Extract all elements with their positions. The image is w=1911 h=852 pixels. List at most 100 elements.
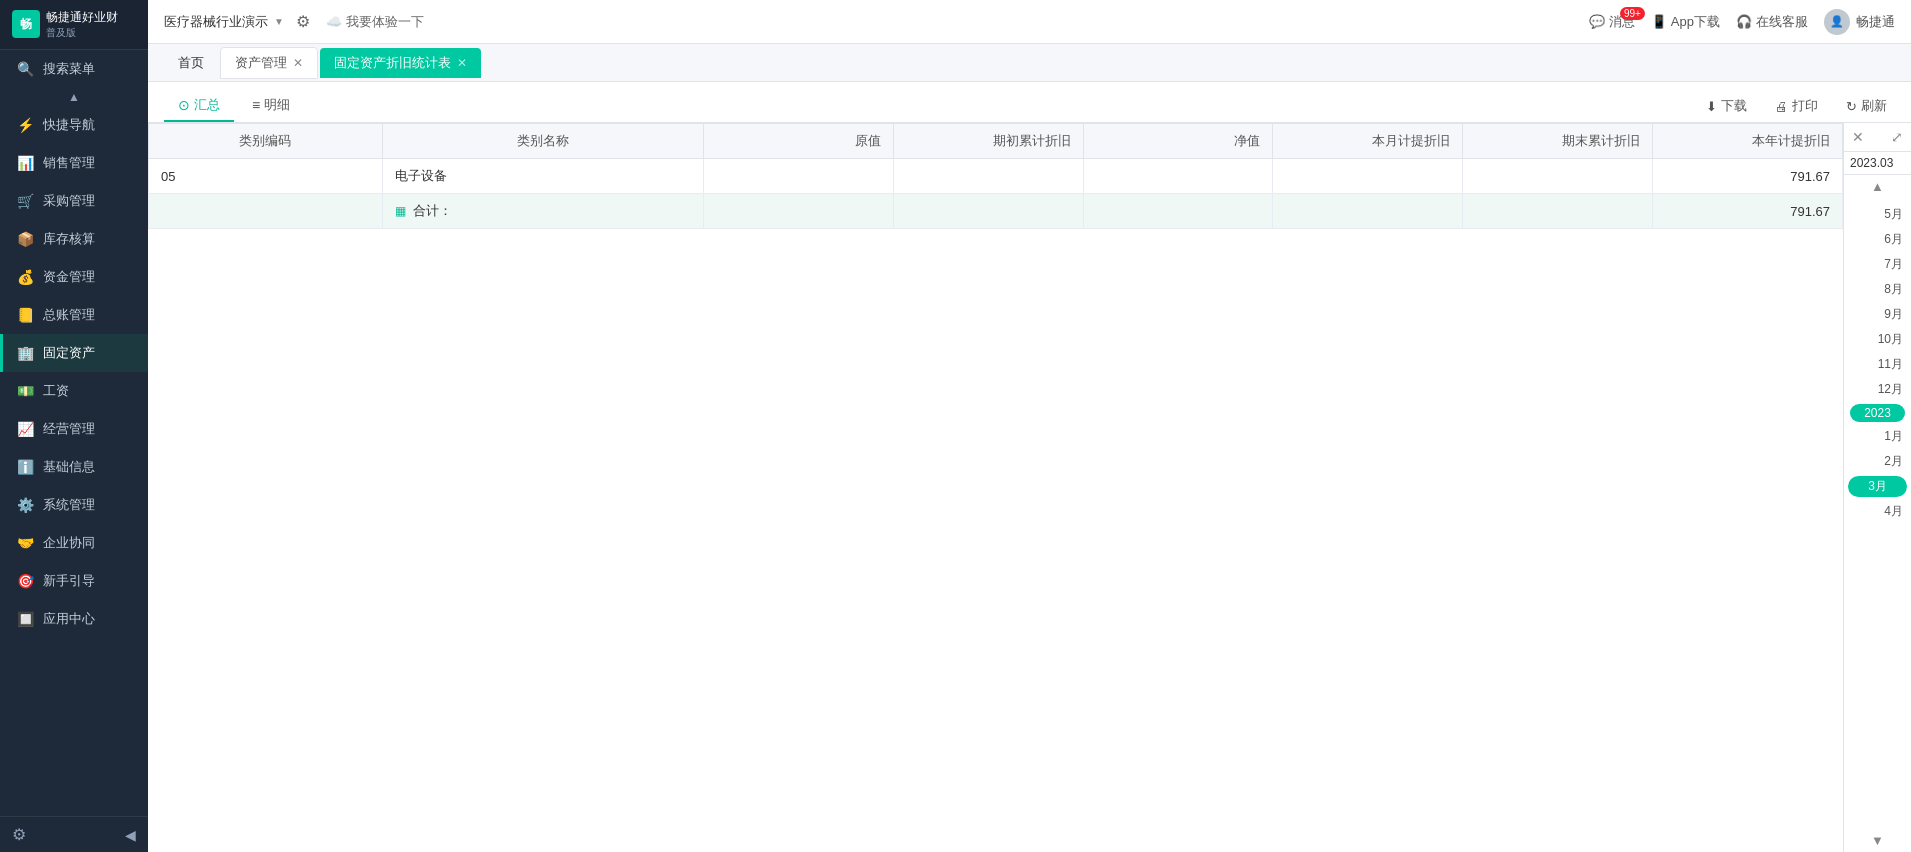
tabbar: 首页 资产管理 ✕ 固定资产折旧统计表 ✕ <box>148 44 1911 82</box>
topbar-settings-icon[interactable]: ⚙ <box>296 12 310 31</box>
timeline-4month[interactable]: 4月 <box>1844 499 1911 524</box>
tab-asset-management[interactable]: 资产管理 ✕ <box>220 47 318 79</box>
timeline-5month[interactable]: 5月 <box>1844 202 1911 227</box>
payroll-icon: 💵 <box>15 383 35 399</box>
cell-period-end-accumulated <box>1463 159 1653 194</box>
subtotal-net-value <box>1083 194 1273 229</box>
refresh-button[interactable]: ↻ 刷新 <box>1838 93 1895 119</box>
timeline-10month[interactable]: 10月 <box>1844 327 1911 352</box>
sidebar-item-operations[interactable]: 📈 经营管理 <box>0 410 148 448</box>
sidebar-item-ledger[interactable]: 📒 总账管理 <box>0 296 148 334</box>
company-name: 医疗器械行业演示 <box>164 13 268 31</box>
subtab-summary[interactable]: ⊙ 汇总 <box>164 90 234 122</box>
right-panel-expand-button[interactable]: ⤢ <box>1891 129 1903 145</box>
timeline-1month[interactable]: 1月 <box>1844 424 1911 449</box>
basic-info-icon: ℹ️ <box>15 459 35 475</box>
data-table: 类别编码 类别名称 原值 期初累计折旧 净值 本月计提折旧 期末累计折旧 本年计… <box>148 123 1843 229</box>
cell-original-value <box>703 159 893 194</box>
subtab-actions: ⬇ 下载 🖨 打印 ↻ 刷新 <box>1698 93 1895 119</box>
subtotal-annual-depreciation: 791.67 <box>1653 194 1843 229</box>
sidebar-nav: ⚡ 快捷导航 📊 销售管理 🛒 采购管理 📦 库存核算 💰 资金管理 📒 总账管… <box>0 106 148 816</box>
guide-icon: 🎯 <box>15 573 35 589</box>
chevron-up-icon: ▲ <box>1871 179 1884 194</box>
timeline-8month[interactable]: 8月 <box>1844 277 1911 302</box>
search-icon: 🔍 <box>15 61 35 77</box>
sidebar-item-payroll[interactable]: 💵 工资 <box>0 372 148 410</box>
sidebar-item-guide[interactable]: 🎯 新手引导 <box>0 562 148 600</box>
sidebar-item-fund[interactable]: 💰 资金管理 <box>0 258 148 296</box>
sidebar-item-quick-nav[interactable]: ⚡ 快捷导航 <box>0 106 148 144</box>
subtab-detail[interactable]: ≡ 明细 <box>238 90 304 122</box>
quick-nav-icon: ⚡ <box>15 117 35 133</box>
tab-asset-management-close[interactable]: ✕ <box>293 56 303 70</box>
system-icon: ⚙️ <box>15 497 35 513</box>
sidebar-item-enterprise[interactable]: 🤝 企业协同 <box>0 524 148 562</box>
sidebar-item-sales[interactable]: 📊 销售管理 <box>0 144 148 182</box>
app-download-button[interactable]: 📱 App下载 <box>1651 13 1720 31</box>
sidebar-search[interactable]: 🔍 搜索菜单 <box>0 50 148 88</box>
th-monthly-depreciation: 本月计提折旧 <box>1273 124 1463 159</box>
main-content: 医疗器械行业演示 ▼ ⚙ ☁️ 我要体验一下 💬 消息 99+ 📱 App下载 … <box>148 0 1911 852</box>
timeline-12month[interactable]: 12月 <box>1844 377 1911 402</box>
right-panel-date: 2023.03 <box>1844 152 1911 175</box>
tab-home[interactable]: 首页 <box>164 48 218 78</box>
sidebar-scroll-up[interactable]: ▲ <box>0 88 148 106</box>
timeline-6month[interactable]: 6月 <box>1844 227 1911 252</box>
timeline-2month[interactable]: 2月 <box>1844 449 1911 474</box>
right-panel-close-button[interactable]: ✕ <box>1852 129 1864 145</box>
subtabs: ⊙ 汇总 ≡ 明细 ⬇ 下载 🖨 打印 ↻ 刷新 <box>148 82 1911 123</box>
subtotal-row: ▦ 合计： 791.67 <box>149 194 1843 229</box>
download-icon: 📱 <box>1651 14 1667 29</box>
timeline-3month-current[interactable]: 3月 <box>1848 476 1907 497</box>
subtotal-period-end-accumulated <box>1463 194 1653 229</box>
printer-icon: 🖨 <box>1775 99 1788 114</box>
timeline-2023year[interactable]: 2023 <box>1850 404 1905 422</box>
subtotal-original-value <box>703 194 893 229</box>
content-area: ⊙ 汇总 ≡ 明细 ⬇ 下载 🖨 打印 ↻ 刷新 <box>148 82 1911 852</box>
timeline-9month[interactable]: 9月 <box>1844 302 1911 327</box>
timeline-scroll-down[interactable]: ▼ <box>1844 829 1911 852</box>
customer-service-button[interactable]: 🎧 在线客服 <box>1736 13 1808 31</box>
download-icon: ⬇ <box>1706 99 1717 114</box>
sales-icon: 📊 <box>15 155 35 171</box>
sidebar-item-inventory[interactable]: 📦 库存核算 <box>0 220 148 258</box>
avatar: 👤 <box>1824 9 1850 35</box>
download-button[interactable]: ⬇ 下载 <box>1698 93 1755 119</box>
company-dropdown-icon: ▼ <box>274 16 284 27</box>
sidebar-item-app-center[interactable]: 🔲 应用中心 <box>0 600 148 638</box>
th-original-value: 原值 <box>703 124 893 159</box>
message-icon: 💬 <box>1589 14 1605 29</box>
timeline-7month[interactable]: 7月 <box>1844 252 1911 277</box>
table-row[interactable]: 05 电子设备 791.67 <box>149 159 1843 194</box>
right-panel: ✕ ⤢ 2023.03 ▲ 5月 6月 7月 8月 9月 10月 11月 12月… <box>1843 123 1911 852</box>
sidebar-item-purchase[interactable]: 🛒 采购管理 <box>0 182 148 220</box>
collapse-sidebar-button[interactable]: ◀ <box>125 827 136 843</box>
settings-footer-icon[interactable]: ⚙ <box>12 825 26 844</box>
cell-accumulated-depreciation <box>893 159 1083 194</box>
right-panel-header: ✕ ⤢ <box>1844 123 1911 152</box>
th-category-code: 类别编码 <box>149 124 383 159</box>
sidebar-item-system[interactable]: ⚙️ 系统管理 <box>0 486 148 524</box>
data-table-wrapper: 类别编码 类别名称 原值 期初累计折旧 净值 本月计提折旧 期末累计折旧 本年计… <box>148 123 1911 852</box>
company-selector[interactable]: 医疗器械行业演示 ▼ <box>164 13 284 31</box>
print-button[interactable]: 🖨 打印 <box>1767 93 1826 119</box>
sidebar-item-fixed-assets[interactable]: 🏢 固定资产 <box>0 334 148 372</box>
topbar-right: 💬 消息 99+ 📱 App下载 🎧 在线客服 👤 畅捷通 <box>1589 9 1895 35</box>
tab-fixed-asset-depreciation-close[interactable]: ✕ <box>457 56 467 70</box>
message-button[interactable]: 💬 消息 99+ <box>1589 13 1635 31</box>
refresh-icon: ↻ <box>1846 99 1857 114</box>
inventory-icon: 📦 <box>15 231 35 247</box>
user-menu[interactable]: 👤 畅捷通 <box>1824 9 1895 35</box>
topbar-experience[interactable]: ☁️ 我要体验一下 <box>326 13 424 31</box>
th-category-name: 类别名称 <box>382 124 703 159</box>
cell-category-name: 电子设备 <box>382 159 703 194</box>
tab-fixed-asset-depreciation[interactable]: 固定资产折旧统计表 ✕ <box>320 48 481 78</box>
sidebar-item-basic-info[interactable]: ℹ️ 基础信息 <box>0 448 148 486</box>
fund-icon: 💰 <box>15 269 35 285</box>
operations-icon: 📈 <box>15 421 35 437</box>
timeline-11month[interactable]: 11月 <box>1844 352 1911 377</box>
chevron-down-icon: ▼ <box>1871 833 1884 848</box>
app-logo-text: 畅捷通好业财 普及版 <box>46 10 118 39</box>
timeline-scroll-up[interactable]: ▲ <box>1844 175 1911 198</box>
cell-monthly-depreciation <box>1273 159 1463 194</box>
